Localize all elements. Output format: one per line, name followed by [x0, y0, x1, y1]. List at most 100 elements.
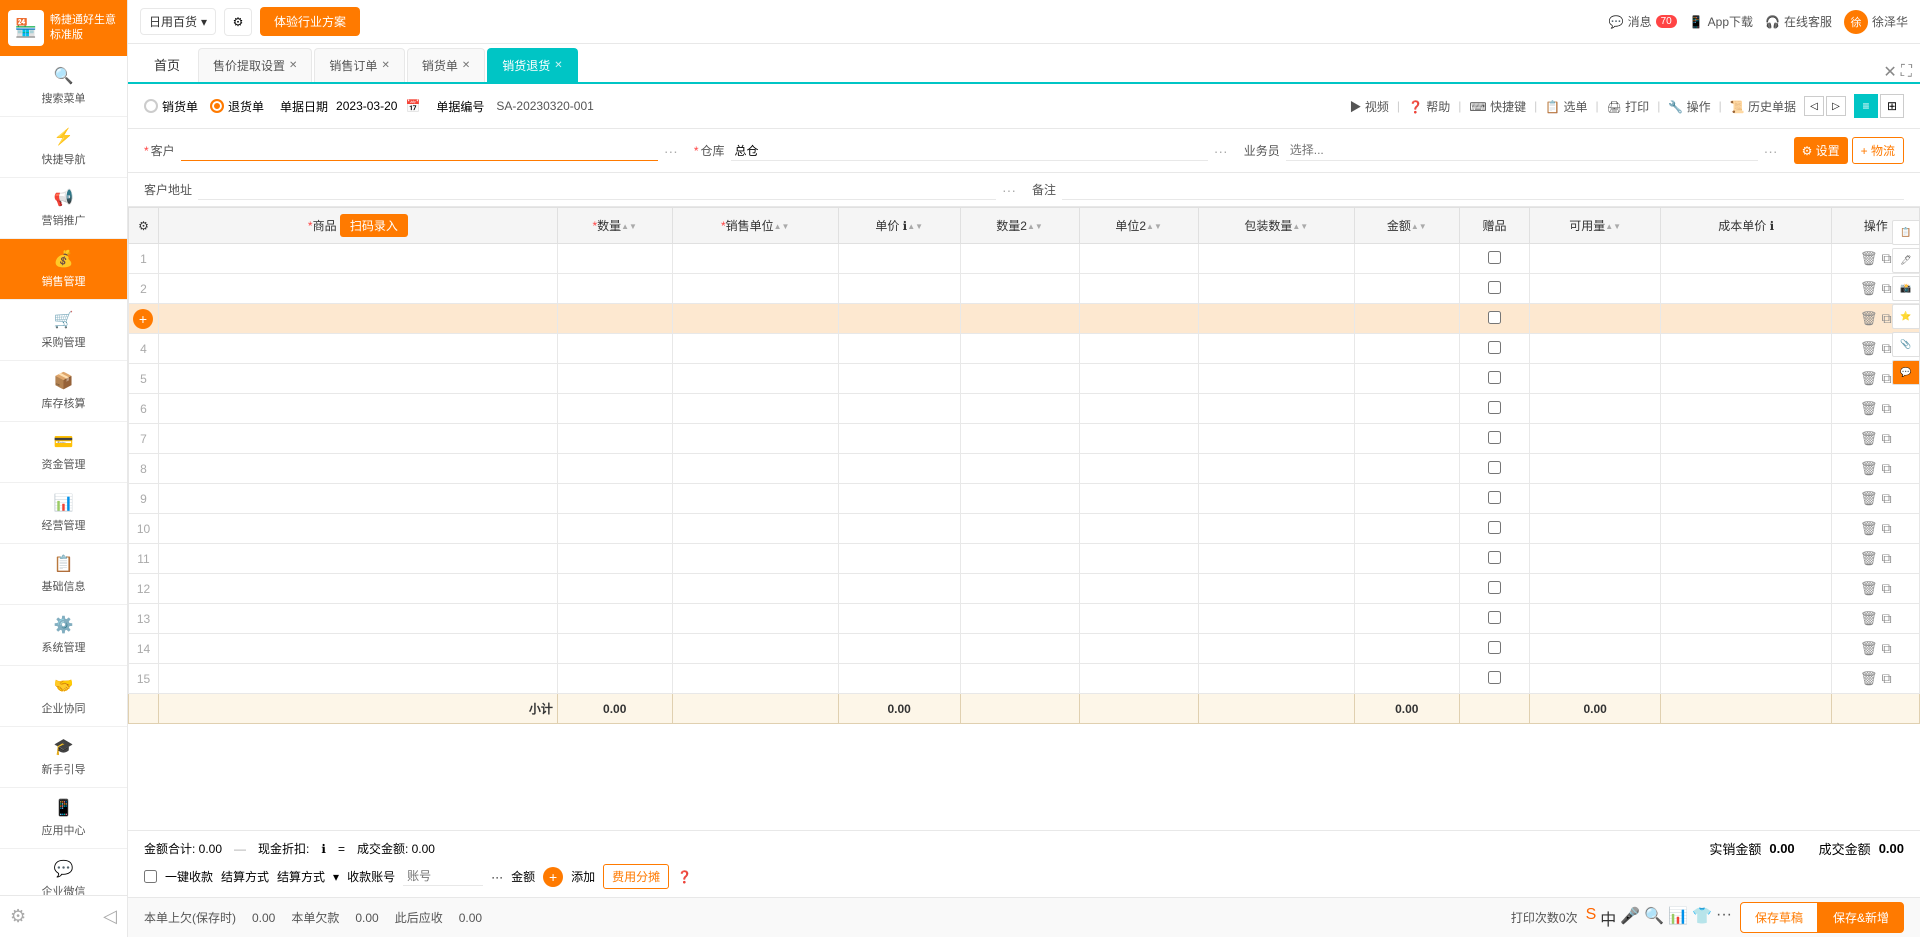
copy-row-icon[interactable]: ⧉ — [1882, 550, 1892, 567]
shortcut-key-button[interactable]: ⌨ 快捷键 — [1469, 98, 1526, 115]
delete-row-icon[interactable]: 🗑 — [1860, 610, 1878, 627]
sidebar-item-finance[interactable]: 💳 资金管理 — [0, 422, 127, 483]
unit2-sort-icon[interactable]: ▲▼ — [1146, 222, 1162, 231]
sidebar-item-apps[interactable]: 📱 应用中心 — [0, 788, 127, 849]
unit2-cell[interactable] — [1079, 304, 1198, 334]
discount-help-icon[interactable]: ℹ — [321, 842, 326, 856]
copy-row-icon[interactable]: ⧉ — [1882, 460, 1892, 477]
copy-row-icon[interactable]: ⧉ — [1882, 520, 1892, 537]
sidebar-item-system[interactable]: ⚙️ 系统管理 — [0, 605, 127, 666]
copy-row-icon[interactable]: ⧉ — [1882, 580, 1892, 597]
list-view-button[interactable]: ≡ — [1854, 94, 1878, 118]
customer-input[interactable] — [181, 140, 658, 161]
maximize-button[interactable]: ⛶ — [1901, 63, 1912, 81]
product-cell[interactable] — [159, 244, 558, 274]
staff-input[interactable] — [1286, 140, 1758, 161]
column-settings-button[interactable]: ⚙ 设置 — [1794, 137, 1848, 164]
close-sales-order-tab[interactable]: ✕ — [381, 60, 389, 71]
copy-row-icon[interactable]: ⧉ — [1882, 430, 1892, 447]
unit2-cell[interactable] — [1079, 274, 1198, 304]
close-price-setting-tab[interactable]: ✕ — [289, 60, 297, 71]
cost-price-cell[interactable] — [1660, 274, 1832, 304]
fee-help-icon[interactable]: ❓ — [677, 870, 692, 884]
add-payment-button[interactable]: + — [543, 867, 563, 887]
available-cell[interactable] — [1530, 274, 1661, 304]
right-panel-btn-4[interactable]: ⭐ — [1892, 304, 1920, 329]
sidebar-item-guide[interactable]: 🎓 新手引导 — [0, 727, 127, 788]
tab-home[interactable]: 首页 — [140, 47, 194, 82]
pack-sort-icon[interactable]: ▲▼ — [1292, 222, 1308, 231]
close-sales-return-tab[interactable]: ✕ — [554, 60, 562, 71]
sidebar-item-wechat[interactable]: 💬 企业微信 — [0, 849, 127, 895]
warehouse-input[interactable] — [731, 140, 1208, 161]
amount-cell[interactable] — [1354, 274, 1459, 304]
scan-input-button[interactable]: 扫码录入 — [340, 214, 408, 237]
table-icon[interactable]: 📊 — [1668, 906, 1688, 930]
copy-row-icon[interactable]: ⧉ — [1882, 610, 1892, 627]
delete-row-icon[interactable]: 🗑 — [1860, 550, 1878, 567]
delete-row-icon[interactable]: 🗑 — [1860, 400, 1878, 417]
logistics-button[interactable]: + 物流 — [1852, 137, 1904, 164]
tab-sales-return[interactable]: 销货退货 ✕ — [487, 48, 577, 82]
delete-row-icon[interactable]: 🗑 — [1860, 640, 1878, 657]
copy-row-icon[interactable]: ⧉ — [1882, 670, 1892, 687]
s-icon[interactable]: S — [1586, 906, 1597, 930]
note-input[interactable] — [1062, 179, 1904, 200]
copy-row-icon[interactable]: ⧉ — [1882, 340, 1892, 357]
calendar-icon[interactable]: 📅 — [405, 99, 420, 113]
qty2-cell[interactable] — [960, 274, 1079, 304]
unit-cell[interactable] — [672, 304, 838, 334]
address-more-icon[interactable]: ··· — [1002, 182, 1016, 198]
copy-row-icon[interactable]: ⧉ — [1882, 370, 1892, 387]
delete-row-icon[interactable]: 🗑 — [1860, 370, 1878, 387]
unit-sort-icon[interactable]: ▲▼ — [774, 222, 790, 231]
gift-cell[interactable] — [1459, 244, 1530, 274]
copy-row-icon[interactable]: ⧉ — [1882, 400, 1892, 417]
delete-row-icon[interactable]: 🗑 — [1860, 430, 1878, 447]
right-panel-btn-3[interactable]: 📸 — [1892, 276, 1920, 301]
prev-record-button[interactable]: ◁ — [1804, 96, 1824, 116]
video-help-button[interactable]: ▶ 视频 — [1350, 98, 1389, 115]
amount-cell[interactable] — [1354, 244, 1459, 274]
staff-more-icon[interactable]: ··· — [1764, 143, 1778, 159]
delete-row-icon[interactable]: 🗑 — [1860, 490, 1878, 507]
grid-view-button[interactable]: ⊞ — [1880, 94, 1904, 118]
delete-row-icon[interactable]: 🗑 — [1860, 310, 1878, 327]
col-settings[interactable]: ⚙ — [129, 208, 159, 244]
save-draft-button[interactable]: 保存草稿 — [1740, 902, 1818, 933]
chevron-down-icon[interactable]: ▾ — [333, 870, 339, 884]
copy-row-icon[interactable]: ⧉ — [1882, 280, 1892, 297]
amount-sort-icon[interactable]: ▲▼ — [1411, 222, 1427, 231]
module-selector[interactable]: 日用百货 ▾ — [140, 8, 216, 35]
add-row-button[interactable]: + — [133, 309, 153, 329]
close-tab-button[interactable]: ✕ — [1883, 62, 1896, 82]
unit-cell[interactable] — [672, 274, 838, 304]
user-menu-button[interactable]: 徐 徐泽华 — [1844, 10, 1908, 34]
address-input[interactable] — [198, 179, 996, 200]
chinese-icon[interactable]: 中 — [1600, 906, 1616, 930]
qty2-cell[interactable] — [960, 244, 1079, 274]
copy-row-icon[interactable]: ⧉ — [1882, 490, 1892, 507]
available-cell[interactable] — [1530, 244, 1661, 274]
fee-split-button[interactable]: 费用分摊 — [603, 864, 669, 889]
tab-sales-delivery[interactable]: 销货单 ✕ — [407, 48, 485, 82]
pack-qty-cell[interactable] — [1198, 274, 1354, 304]
delete-row-icon[interactable]: 🗑 — [1860, 520, 1878, 537]
sidebar-item-basic[interactable]: 📋 基础信息 — [0, 544, 127, 605]
delete-row-icon[interactable]: 🗑 — [1860, 340, 1878, 357]
delete-row-icon[interactable]: 🗑 — [1860, 460, 1878, 477]
qty-cell[interactable] — [557, 304, 672, 334]
sidebar-item-marketing[interactable]: 📢 营销推广 — [0, 178, 127, 239]
qty-cell[interactable] — [557, 244, 672, 274]
sidebar-item-inventory[interactable]: 📦 库存核算 — [0, 361, 127, 422]
available-cell[interactable] — [1530, 304, 1661, 334]
delete-row-icon[interactable]: 🗑 — [1860, 280, 1878, 297]
settings-gear-icon[interactable]: ⚙ — [10, 906, 26, 927]
sidebar-item-sales[interactable]: 💰 销售管理 — [0, 239, 127, 300]
qty-sort-icon[interactable]: ▲▼ — [621, 222, 637, 231]
warehouse-more-icon[interactable]: ··· — [1214, 143, 1228, 159]
history-order-button[interactable]: 📜 历史单据 — [1730, 98, 1796, 115]
collapse-icon[interactable]: ◁ — [103, 906, 117, 927]
product-cell[interactable] — [159, 274, 558, 304]
amount-cell[interactable] — [1354, 304, 1459, 334]
